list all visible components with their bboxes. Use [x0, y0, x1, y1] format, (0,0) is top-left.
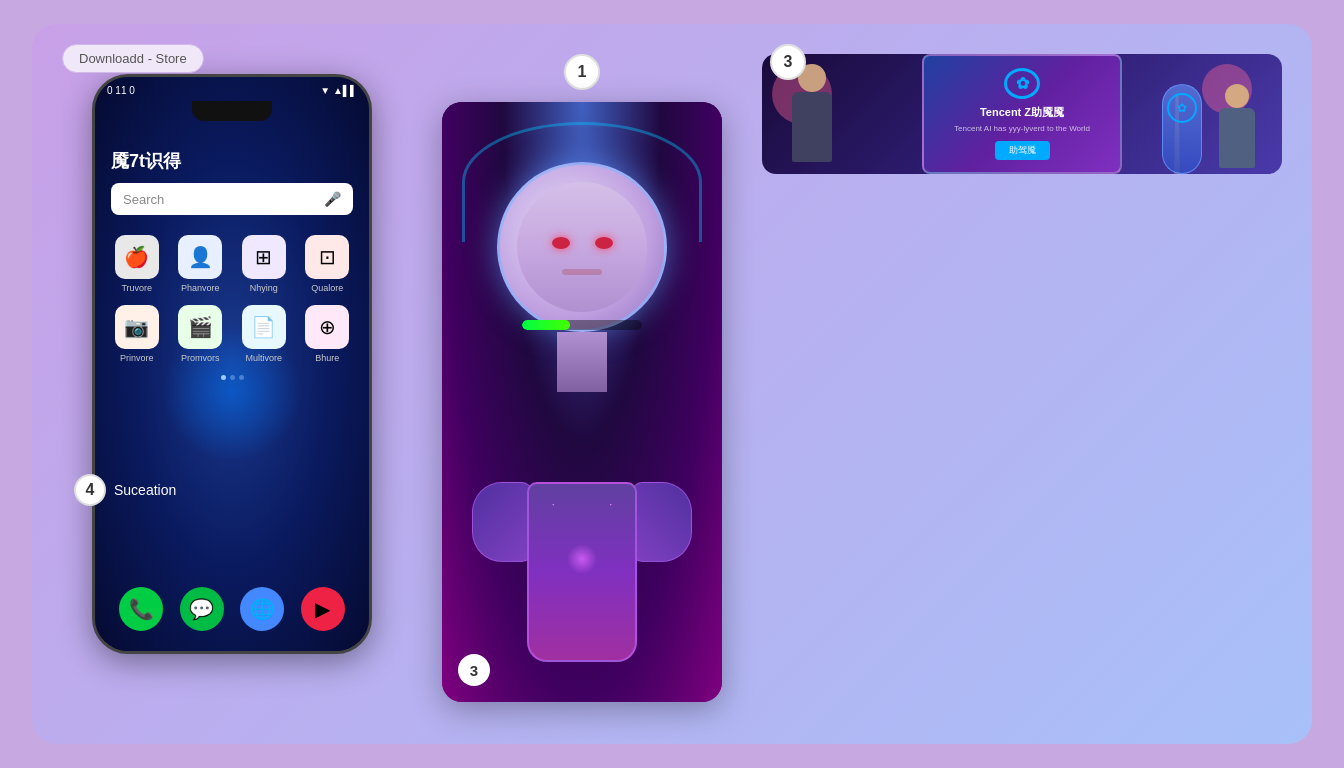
app-label-6: Promvors [181, 353, 220, 363]
app-label-2: Phanvore [181, 283, 220, 293]
main-container: Downloadd - Store 0 11 0 ▼ ▲▌▌ 魇7t识得 Sea… [32, 24, 1312, 744]
app-label-1: Truvore [121, 283, 152, 293]
app-icon-6: 🎬 [178, 305, 222, 349]
person-left-body [792, 92, 832, 162]
app-label-5: Prinvore [120, 353, 154, 363]
ai-head-sphere [497, 162, 667, 332]
step-4-badge: 4 [74, 474, 106, 506]
app-item-8[interactable]: ⊕ Bhure [302, 305, 354, 363]
download-badge-label: Downloadd - Store [79, 51, 187, 66]
app-icon-5: 📷 [115, 305, 159, 349]
ai-eyes-container [517, 237, 647, 249]
ai-progress-bar [522, 320, 642, 330]
phone-column: Downloadd - Store 0 11 0 ▼ ▲▌▌ 魇7t识得 Sea… [62, 54, 402, 654]
step-3-badge-right: 3 [770, 44, 806, 80]
tencent-logo: ✿ [1004, 68, 1040, 99]
app-icon-2: 👤 [178, 235, 222, 279]
download-badge[interactable]: Downloadd - Store [62, 44, 204, 73]
app-item-2[interactable]: 👤 Phanvore [175, 235, 227, 293]
ai-shoulder-left [472, 482, 532, 562]
screenshot-tencent: ✿ Tencent Z助魇魇 Tencent AI has yyy-lyverd… [762, 54, 1282, 174]
phone-app-bottom-2[interactable]: 💬 [180, 587, 224, 631]
app-label-3: Nhying [250, 283, 278, 293]
app-item-1[interactable]: 🍎 Truvore [111, 235, 163, 293]
ai-face [517, 182, 647, 312]
phone-app-bottom-4[interactable]: ▶ [301, 587, 345, 631]
middle-column: 1 [432, 54, 732, 702]
person-right-head [1225, 84, 1249, 108]
step-1-badge: 1 [564, 54, 600, 90]
app-item-6[interactable]: 🎬 Promvors [175, 305, 227, 363]
microphone-icon: 🎤 [324, 191, 341, 207]
person-right [1212, 84, 1262, 174]
step-4-label: Suceation [114, 482, 176, 498]
person-right-body [1219, 108, 1255, 168]
ai-character-card: 3 [442, 102, 722, 702]
app-item-7[interactable]: 📄 Multivore [238, 305, 290, 363]
app-icon-8: ⊕ [305, 305, 349, 349]
phone-notch [192, 101, 272, 121]
ai-progress-fill [522, 320, 570, 330]
app-icon-3: ⊞ [242, 235, 286, 279]
phone-title: 魇7t识得 [111, 149, 353, 173]
app-label-4: Qualore [311, 283, 343, 293]
phone-app-bottom-3[interactable]: 🌐 [240, 587, 284, 631]
phone-apps-grid-row1: 🍎 Truvore 👤 Phanvore ⊞ Nhying ⊡ Qualore [111, 235, 353, 293]
ai-eye-left [552, 237, 570, 249]
presentation-display: ✿ Tencent Z助魇魇 Tencent AI has yyy-lyverd… [922, 54, 1122, 174]
ai-chest-v [552, 504, 612, 534]
app-item-5[interactable]: 📷 Prinvore [111, 305, 163, 363]
phone-search-bar[interactable]: Search 🎤 [111, 183, 353, 215]
phone-status-bar: 0 11 0 ▼ ▲▌▌ [95, 81, 369, 100]
cylinder-icon: ✿ [1167, 93, 1197, 123]
phone-device: 0 11 0 ▼ ▲▌▌ 魇7t识得 Search 🎤 🍎 Truvore 👤 [92, 74, 372, 654]
presentation-title: Tencent Z助魇魇 [980, 105, 1064, 120]
ai-chest [527, 482, 637, 662]
step-3-badge-on-card: 3 [458, 654, 490, 686]
person-left [782, 64, 842, 174]
ai-eye-right [595, 237, 613, 249]
app-icon-7: 📄 [242, 305, 286, 349]
ai-torso-area [472, 482, 692, 682]
right-column: 3 ✿ Tencent Z助魇魇 Tencent AI has yyy-lyve… [762, 54, 1282, 194]
app-label-8: Bhure [315, 353, 339, 363]
phone-apps-grid-row2: 📷 Prinvore 🎬 Promvors 📄 Multivore ⊕ Bhur… [111, 305, 353, 363]
app-item-3[interactable]: ⊞ Nhying [238, 235, 290, 293]
ai-cylinder: ✿ [1162, 84, 1202, 174]
app-label-7: Multivore [245, 353, 282, 363]
ai-chest-glow [567, 544, 597, 574]
phone-search-text: Search [123, 192, 164, 207]
ai-shoulder-right [632, 482, 692, 562]
app-icon-1: 🍎 [115, 235, 159, 279]
presentation-button[interactable]: 助驾魇 [995, 141, 1050, 160]
app-icon-4: ⊡ [305, 235, 349, 279]
phone-screen: 0 11 0 ▼ ▲▌▌ 魇7t识得 Search 🎤 🍎 Truvore 👤 [95, 77, 369, 651]
ai-mouth [562, 269, 602, 275]
phone-bottom-dock: 📞 💬 🌐 ▶ [111, 587, 353, 631]
presentation-subtitle: Tencent AI has yyy-lyverd to the World [954, 124, 1090, 133]
ai-neck [557, 332, 607, 392]
app-item-4[interactable]: ⊡ Qualore [302, 235, 354, 293]
phone-app-bottom-1[interactable]: 📞 [119, 587, 163, 631]
